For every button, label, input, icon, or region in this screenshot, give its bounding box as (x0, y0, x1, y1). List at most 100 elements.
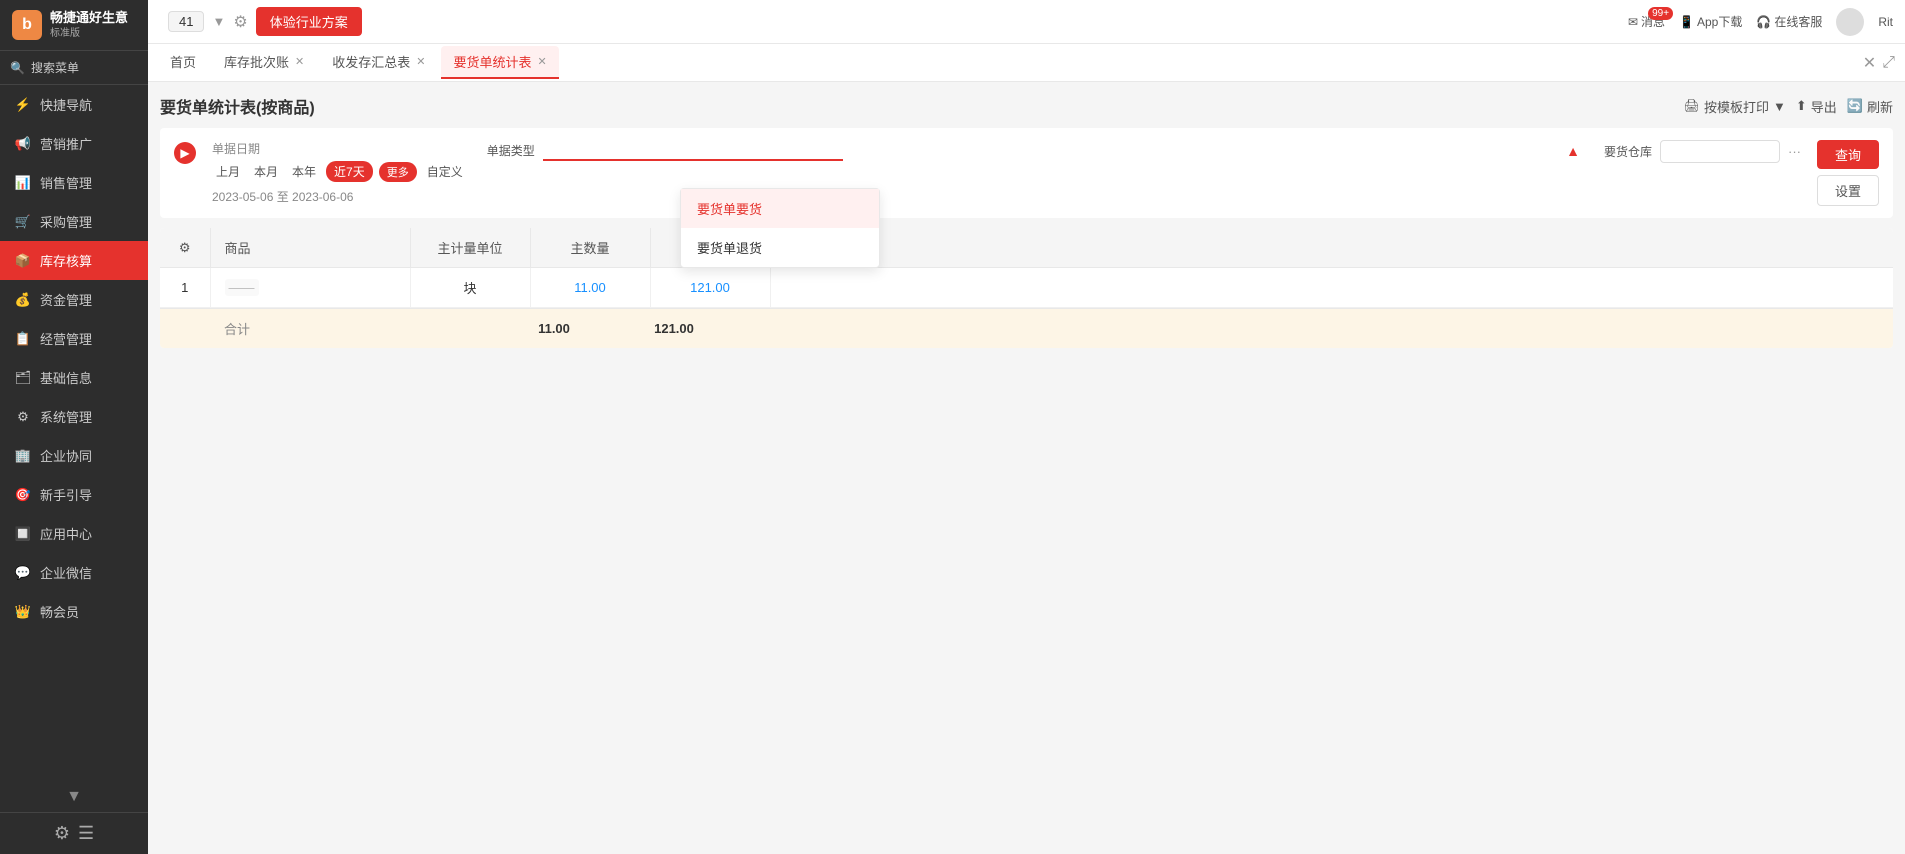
topbar-chevron-icon[interactable]: ▼ (212, 14, 225, 29)
sidebar-item-basic[interactable]: 🗂基础信息 (0, 358, 148, 397)
sidebar-item-app-center[interactable]: 🔲应用中心 (0, 514, 148, 553)
logo-sub: 标准版 (50, 27, 128, 40)
sidebar-item-inventory[interactable]: 📦库存核算 (0, 241, 148, 280)
filter-expand-button[interactable]: ▶ (174, 142, 196, 164)
print-button[interactable]: 🖨 按模板打印 ▼ (1683, 97, 1785, 116)
inventory-icon: 📦 (14, 253, 32, 269)
service-icon: 🎧 (1756, 15, 1771, 29)
date-more-button[interactable]: 更多 (379, 162, 417, 182)
sidebar-item-system[interactable]: ⚙系统管理 (0, 397, 148, 436)
sidebar-item-quick-nav[interactable]: ⚡快捷导航 (0, 85, 148, 124)
refresh-button[interactable]: 🔄 刷新 (1847, 97, 1893, 116)
sidebar-item-guide[interactable]: 🎯新手引导 (0, 475, 148, 514)
sidebar-item-label-operation: 经营管理 (40, 329, 92, 348)
refresh-icon: 🔄 (1847, 98, 1863, 114)
footer-qty: 11.00 (494, 321, 614, 336)
tab-home[interactable]: 首页 (158, 46, 208, 79)
tabbar: 首页库存批次账✕ 收发存汇总表 ✕ 要货单统计表 ✕ ✕ ⤢ (148, 44, 1905, 82)
sidebar-scroll-down[interactable]: ▼ (0, 782, 148, 812)
guide-icon: 🎯 (14, 487, 32, 503)
customer-service-button[interactable]: 🎧 在线客服 (1756, 13, 1822, 30)
app-download-button[interactable]: 📱 App下载 (1679, 13, 1742, 30)
page-actions: 🖨 按模板打印 ▼ ⬆ 导出 🔄 刷新 (1683, 97, 1893, 116)
print-chevron-icon: ▼ (1773, 99, 1786, 114)
basic-icon: 🗂 (14, 370, 32, 386)
quick-nav-icon: ⚡ (14, 97, 32, 113)
purchase-icon: 🛒 (14, 214, 32, 230)
topbar-gear-icon[interactable]: ⚙ (233, 12, 247, 32)
print-icon: 🖨 (1683, 98, 1700, 114)
sidebar-item-wecom[interactable]: 💬企业微信 (0, 553, 148, 592)
sidebar-item-finance[interactable]: 💰资金管理 (0, 280, 148, 319)
main-area: 41 ▼ ⚙ 体验行业方案 ✉ 消息 99+ 📱 App下载 🎧 在线客服 Ri… (148, 0, 1905, 854)
col-empty (770, 228, 1893, 268)
export-button[interactable]: ⬆ 导出 (1796, 97, 1837, 116)
sidebar-item-label-app-center: 应用中心 (40, 524, 92, 543)
expand-tab-button[interactable]: ⤢ (1882, 53, 1895, 73)
export-label: 导出 (1811, 97, 1837, 116)
tab-close-receipts-summary[interactable]: ✕ (416, 55, 425, 68)
sidebar-item-operation[interactable]: 📋经营管理 (0, 319, 148, 358)
date-filter-group: 单据日期 上月 本月 本年 近7天 更多 自定义 2023-05-06 至 20… (212, 140, 467, 205)
close-tab-button[interactable]: ✕ (1863, 53, 1876, 73)
tab-label-receipts-summary: 收发存汇总表 (332, 52, 410, 71)
sidebar-item-enterprise[interactable]: 🏢企业协同 (0, 436, 148, 475)
tab-order-stats[interactable]: 要货单统计表 ✕ (441, 46, 558, 79)
sidebar-item-sales[interactable]: 📊销售管理 (0, 163, 148, 202)
type-filter-input[interactable] (543, 140, 843, 161)
col-unit: 主计量单位 (410, 228, 530, 268)
enterprise-icon: 🏢 (14, 448, 32, 464)
tabbar-end: ✕ ⤢ (1863, 53, 1895, 73)
date-custom[interactable]: 自定义 (423, 161, 467, 182)
settings-bottom-button[interactable]: ⚙ (54, 823, 70, 844)
topbar: 41 ▼ ⚙ 体验行业方案 ✉ 消息 99+ 📱 App下载 🎧 在线客服 Ri… (148, 0, 1905, 44)
tab-inventory-batch[interactable]: 库存批次账✕ (212, 46, 316, 79)
sidebar-item-purchase[interactable]: 🛒采购管理 (0, 202, 148, 241)
sidebar-search-container: 🔍 搜索菜单 (0, 51, 148, 85)
print-label: 按模板打印 (1704, 97, 1769, 116)
tab-receipts-summary[interactable]: 收发存汇总表 ✕ (320, 46, 437, 79)
date-range-text: 2023-05-06 至 2023-06-06 (212, 188, 467, 205)
date-last-7-days[interactable]: 近7天 (326, 161, 373, 182)
type-dropdown: 要货单要货 要货单退货 (680, 188, 880, 268)
setting-button[interactable]: 设置 (1817, 175, 1879, 206)
type-filter-row: 单据类型 ▲ (487, 140, 1584, 161)
app-label: App下载 (1697, 13, 1742, 30)
sidebar-item-marketing[interactable]: 📢营销推广 (0, 124, 148, 163)
type-chevron-icon[interactable]: ▲ (1566, 143, 1580, 159)
search-menu-button[interactable]: 🔍 搜索菜单 (10, 59, 138, 76)
tab-close-inventory-batch[interactable]: ✕ (295, 55, 304, 68)
username-label[interactable]: Rit (1878, 15, 1893, 29)
sidebar-item-label-member: 畅会员 (40, 602, 79, 621)
menu-toggle-button[interactable]: ☰ (78, 823, 94, 844)
warehouse-filter-label: 要货仓库 (1604, 143, 1652, 160)
date-last-month[interactable]: 上月 (212, 161, 244, 182)
type-filter-label: 单据类型 (487, 142, 535, 159)
marketing-icon: 📢 (14, 136, 32, 152)
dropdown-item-return[interactable]: 要货单退货 (681, 228, 879, 267)
message-button[interactable]: ✉ 消息 99+ (1628, 13, 1665, 30)
cell-extra-0 (770, 268, 1893, 308)
sidebar-item-member[interactable]: 👑畅会员 (0, 592, 148, 631)
type-filter-group: 单据类型 ▲ (487, 140, 1584, 161)
sidebar-logo: b 畅捷通好生意 标准版 (0, 0, 148, 51)
warehouse-filter-input[interactable] (1660, 140, 1780, 163)
tab-close-order-stats[interactable]: ✕ (538, 55, 547, 68)
app-icon: 📱 (1679, 15, 1694, 29)
cell-qty-0: 11.00 (530, 268, 650, 308)
sidebar-item-label-system: 系统管理 (40, 407, 92, 426)
user-avatar[interactable] (1836, 8, 1864, 36)
dropdown-item-purchase[interactable]: 要货单要货 (681, 189, 879, 228)
date-this-year[interactable]: 本年 (288, 161, 320, 182)
col-settings[interactable]: ⚙ (160, 228, 210, 268)
tab-label-home: 首页 (170, 52, 196, 71)
date-this-month[interactable]: 本月 (250, 161, 282, 182)
trial-button[interactable]: 体验行业方案 (256, 7, 362, 36)
logo-text: 畅捷通好生意 标准版 (50, 10, 128, 40)
service-label: 在线客服 (1774, 13, 1822, 30)
sidebar-item-label-wecom: 企业微信 (40, 563, 92, 582)
warehouse-more-icon[interactable]: ··· (1788, 144, 1801, 159)
refresh-label: 刷新 (1867, 97, 1893, 116)
query-button[interactable]: 查询 (1817, 140, 1879, 169)
tab-label-order-stats: 要货单统计表 (453, 52, 531, 71)
